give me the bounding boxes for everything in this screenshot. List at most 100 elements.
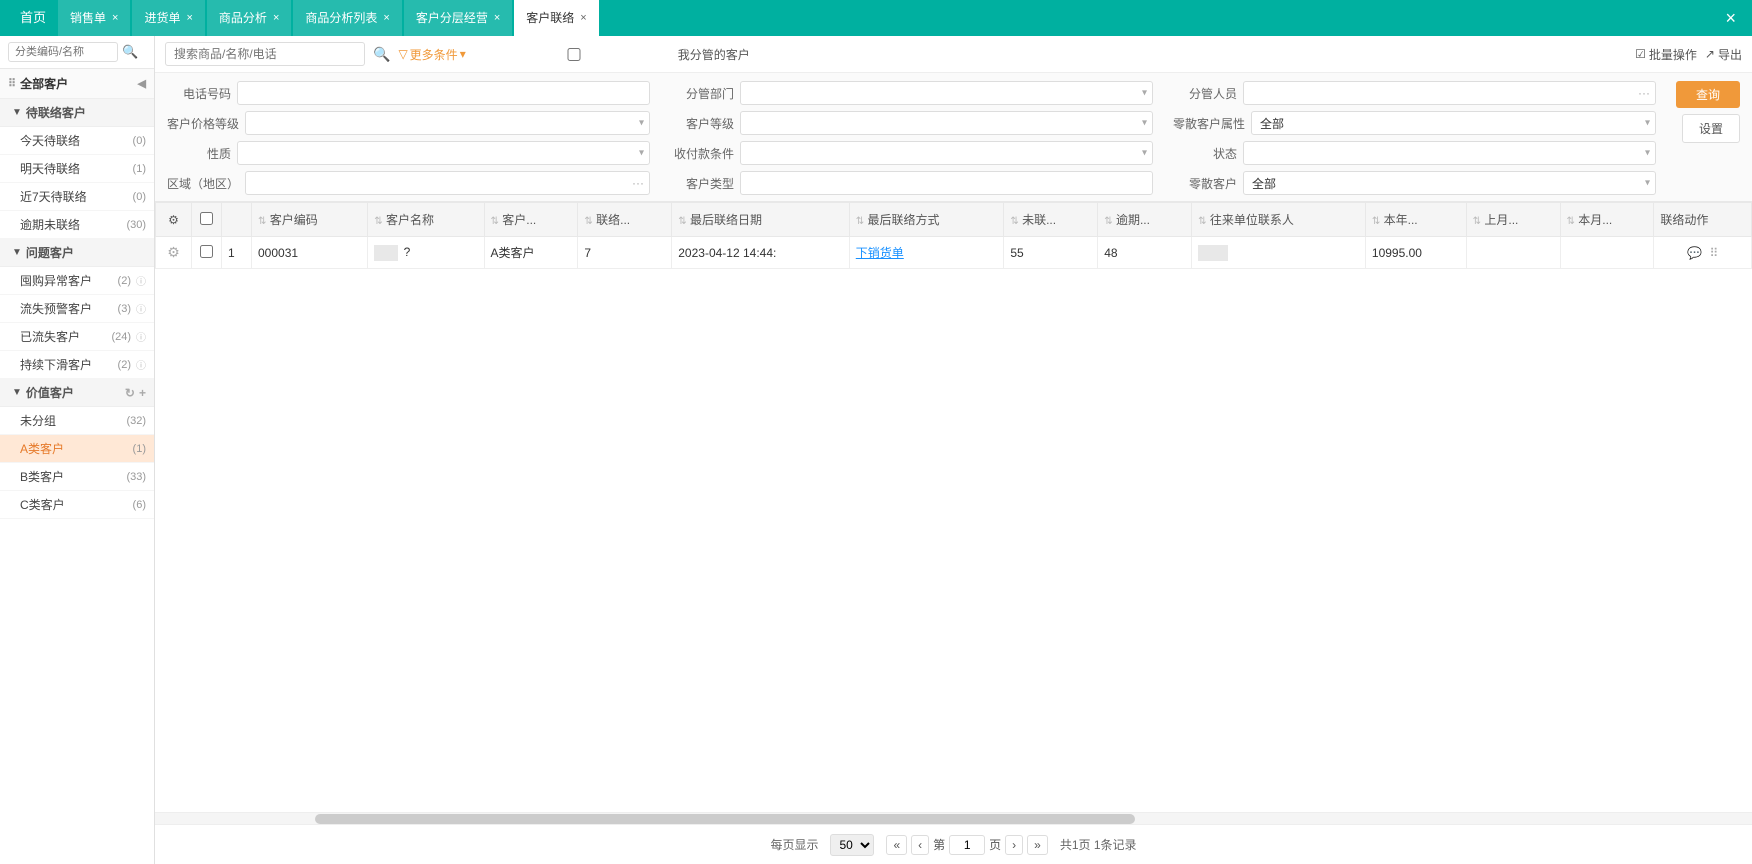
top-nav: 首页 销售单 × 进货单 × 商品分析 × 商品分析列表 × 客户分层经营 × … bbox=[0, 0, 1752, 36]
filter-scatter-attr: 零散客户属性 ▾ bbox=[1173, 111, 1656, 135]
filter-status-input[interactable] bbox=[1243, 141, 1656, 165]
sidebar-item-7days[interactable]: 近7天待联络 (0) bbox=[0, 183, 154, 211]
th-last-contact-date[interactable]: ⇅ 最后联络日期 bbox=[672, 203, 850, 237]
th-cust-type[interactable]: ⇅ 客户... bbox=[484, 203, 578, 237]
filter-scatter-cust-input[interactable] bbox=[1243, 171, 1656, 195]
th-this-month[interactable]: ⇅ 本月... bbox=[1560, 203, 1654, 237]
pagination: « ‹ 第 页 › » bbox=[886, 835, 1047, 855]
filter-nature-input[interactable] bbox=[237, 141, 650, 165]
filter-region-input[interactable] bbox=[245, 171, 650, 195]
my-customers-checkbox-label[interactable]: 我分管的客户 bbox=[474, 46, 750, 63]
close-tab-analysis-list[interactable]: × bbox=[383, 0, 389, 36]
sidebar-item-churn-warning[interactable]: 流失预警客户 (3) ⓘ bbox=[0, 295, 154, 323]
select-all-checkbox[interactable] bbox=[200, 212, 213, 225]
nav-close-all[interactable]: × bbox=[1717, 8, 1744, 29]
filter-search-icon[interactable]: 🔍 bbox=[373, 46, 390, 63]
nav-home[interactable]: 首页 bbox=[8, 0, 58, 36]
more-filter-btn[interactable]: ▽ 更多条件 ▾ bbox=[398, 46, 465, 63]
refresh-icon[interactable]: ↻ bbox=[125, 386, 135, 400]
th-cust-name[interactable]: ⇅ 客户名称 bbox=[368, 203, 484, 237]
gear-icon-header[interactable]: ⚙ bbox=[168, 213, 179, 227]
horizontal-scrollbar[interactable] bbox=[155, 812, 1752, 824]
last-page-btn[interactable]: » bbox=[1027, 835, 1048, 855]
nav-tab-customer-contact[interactable]: 客户联络 × bbox=[514, 0, 598, 36]
setting-button[interactable]: 设置 bbox=[1682, 114, 1740, 143]
next-page-btn[interactable]: › bbox=[1005, 835, 1023, 855]
batch-icon: ☑ bbox=[1635, 47, 1646, 61]
nav-tab-customer-layer[interactable]: 客户分层经营 × bbox=[404, 0, 512, 36]
filter-phone-input[interactable] bbox=[237, 81, 650, 105]
sidebar-item-a-class[interactable]: A类客户 (1) bbox=[0, 435, 154, 463]
batch-op-btn[interactable]: ☑ 批量操作 bbox=[1635, 46, 1697, 63]
filter-scatter-attr-input[interactable] bbox=[1251, 111, 1656, 135]
nav-tab-sales[interactable]: 销售单 × bbox=[58, 0, 130, 36]
sidebar-search-icon[interactable]: 🔍 bbox=[122, 44, 138, 60]
filter-dept-control: ▾ bbox=[740, 81, 1153, 105]
filter-cust-level-label: 客户等级 bbox=[670, 115, 740, 132]
page-number-input[interactable] bbox=[949, 835, 985, 855]
right-actions: ☑ 批量操作 ↗ 导出 bbox=[1635, 46, 1742, 63]
export-icon: ↗ bbox=[1705, 47, 1715, 61]
filter-cust-type-input[interactable] bbox=[740, 171, 1153, 195]
sidebar-item-abnormal[interactable]: 囤购异常客户 (2) ⓘ bbox=[0, 267, 154, 295]
th-cust-code[interactable]: ⇅ 客户编码 bbox=[252, 203, 368, 237]
query-button[interactable]: 查询 bbox=[1676, 81, 1740, 108]
first-page-btn[interactable]: « bbox=[886, 835, 907, 855]
row-gear-cell[interactable]: ⚙ bbox=[156, 237, 192, 269]
filter-person-input[interactable] bbox=[1243, 81, 1656, 105]
close-tab-customer-layer[interactable]: × bbox=[494, 0, 500, 36]
nav-tab-analysis[interactable]: 商品分析 × bbox=[207, 0, 291, 36]
row-last-contact-method[interactable]: 下销货单 bbox=[849, 237, 1004, 269]
sidebar-all-customers[interactable]: ⠿ 全部客户 ◀ bbox=[0, 69, 154, 99]
collapse-icon: ◀ bbox=[138, 77, 146, 90]
th-not-contact[interactable]: ⇅ 未联... bbox=[1004, 203, 1098, 237]
close-tab-sales[interactable]: × bbox=[112, 0, 118, 36]
th-checkbox bbox=[192, 203, 222, 237]
message-icon[interactable]: 💬 bbox=[1687, 246, 1702, 260]
filter-nature-control: ▾ bbox=[237, 141, 650, 165]
sidebar-item-tomorrow[interactable]: 明天待联络 (1) bbox=[0, 155, 154, 183]
th-last-month[interactable]: ⇅ 上月... bbox=[1466, 203, 1560, 237]
sidebar-search-input[interactable] bbox=[8, 42, 118, 62]
info-icon-1: ⓘ bbox=[136, 273, 146, 288]
filter-price-level-input[interactable] bbox=[245, 111, 650, 135]
filter-payment-input[interactable] bbox=[740, 141, 1153, 165]
th-last-contact-method[interactable]: ⇅ 最后联络方式 bbox=[849, 203, 1004, 237]
row-checkbox[interactable] bbox=[200, 245, 213, 258]
nav-tab-analysis-list[interactable]: 商品分析列表 × bbox=[293, 0, 401, 36]
sidebar-item-overdue[interactable]: 逾期未联络 (30) bbox=[0, 211, 154, 239]
sort-icon-8: ⇅ bbox=[1104, 216, 1112, 227]
row-checkbox-cell bbox=[192, 237, 222, 269]
sidebar-item-churned[interactable]: 已流失客户 (24) ⓘ bbox=[0, 323, 154, 351]
search-input[interactable] bbox=[165, 42, 365, 66]
sidebar-group-problem[interactable]: ▼ 问题客户 bbox=[0, 239, 154, 267]
sidebar: 🔍 ⠿ 全部客户 ◀ ▼ 待联络客户 今天待联络 (0) 明天待联络 (1) 近… bbox=[0, 36, 155, 864]
sidebar-item-b-class[interactable]: B类客户 (33) bbox=[0, 463, 154, 491]
sort-icon-11: ⇅ bbox=[1473, 216, 1481, 227]
th-this-year[interactable]: ⇅ 本年... bbox=[1365, 203, 1466, 237]
close-tab-analysis[interactable]: × bbox=[273, 0, 279, 36]
sidebar-item-declining[interactable]: 持续下滑客户 (2) ⓘ bbox=[0, 351, 154, 379]
my-customers-checkbox[interactable] bbox=[474, 48, 674, 61]
filter-cust-level-input[interactable] bbox=[740, 111, 1153, 135]
close-tab-purchase[interactable]: × bbox=[186, 0, 192, 36]
th-contact[interactable]: ⇅ 联络... bbox=[578, 203, 672, 237]
scrollbar-thumb[interactable] bbox=[315, 814, 1135, 824]
filter-dept-input[interactable] bbox=[740, 81, 1153, 105]
prev-page-btn[interactable]: ‹ bbox=[911, 835, 929, 855]
sidebar-group-pending[interactable]: ▼ 待联络客户 bbox=[0, 99, 154, 127]
close-tab-customer-contact[interactable]: × bbox=[580, 0, 586, 36]
export-btn[interactable]: ↗ 导出 bbox=[1705, 46, 1742, 63]
th-visit-contact[interactable]: ⇅ 往来单位联系人 bbox=[1192, 203, 1366, 237]
filter-cust-type-label: 客户类型 bbox=[670, 175, 740, 192]
sidebar-item-unclassified[interactable]: 未分组 (32) bbox=[0, 407, 154, 435]
sidebar-group-value[interactable]: ▼ 价值客户 ↻ + bbox=[0, 379, 154, 407]
th-gear[interactable]: ⚙ bbox=[156, 203, 192, 237]
page-size-select[interactable]: 50 bbox=[830, 834, 874, 856]
add-group-icon[interactable]: + bbox=[139, 386, 146, 400]
more-action-icon[interactable]: ⠿ bbox=[1709, 246, 1718, 260]
th-overdue[interactable]: ⇅ 逾期... bbox=[1098, 203, 1192, 237]
sidebar-item-today[interactable]: 今天待联络 (0) bbox=[0, 127, 154, 155]
nav-tab-purchase[interactable]: 进货单 × bbox=[132, 0, 204, 36]
sidebar-item-c-class[interactable]: C类客户 (6) bbox=[0, 491, 154, 519]
